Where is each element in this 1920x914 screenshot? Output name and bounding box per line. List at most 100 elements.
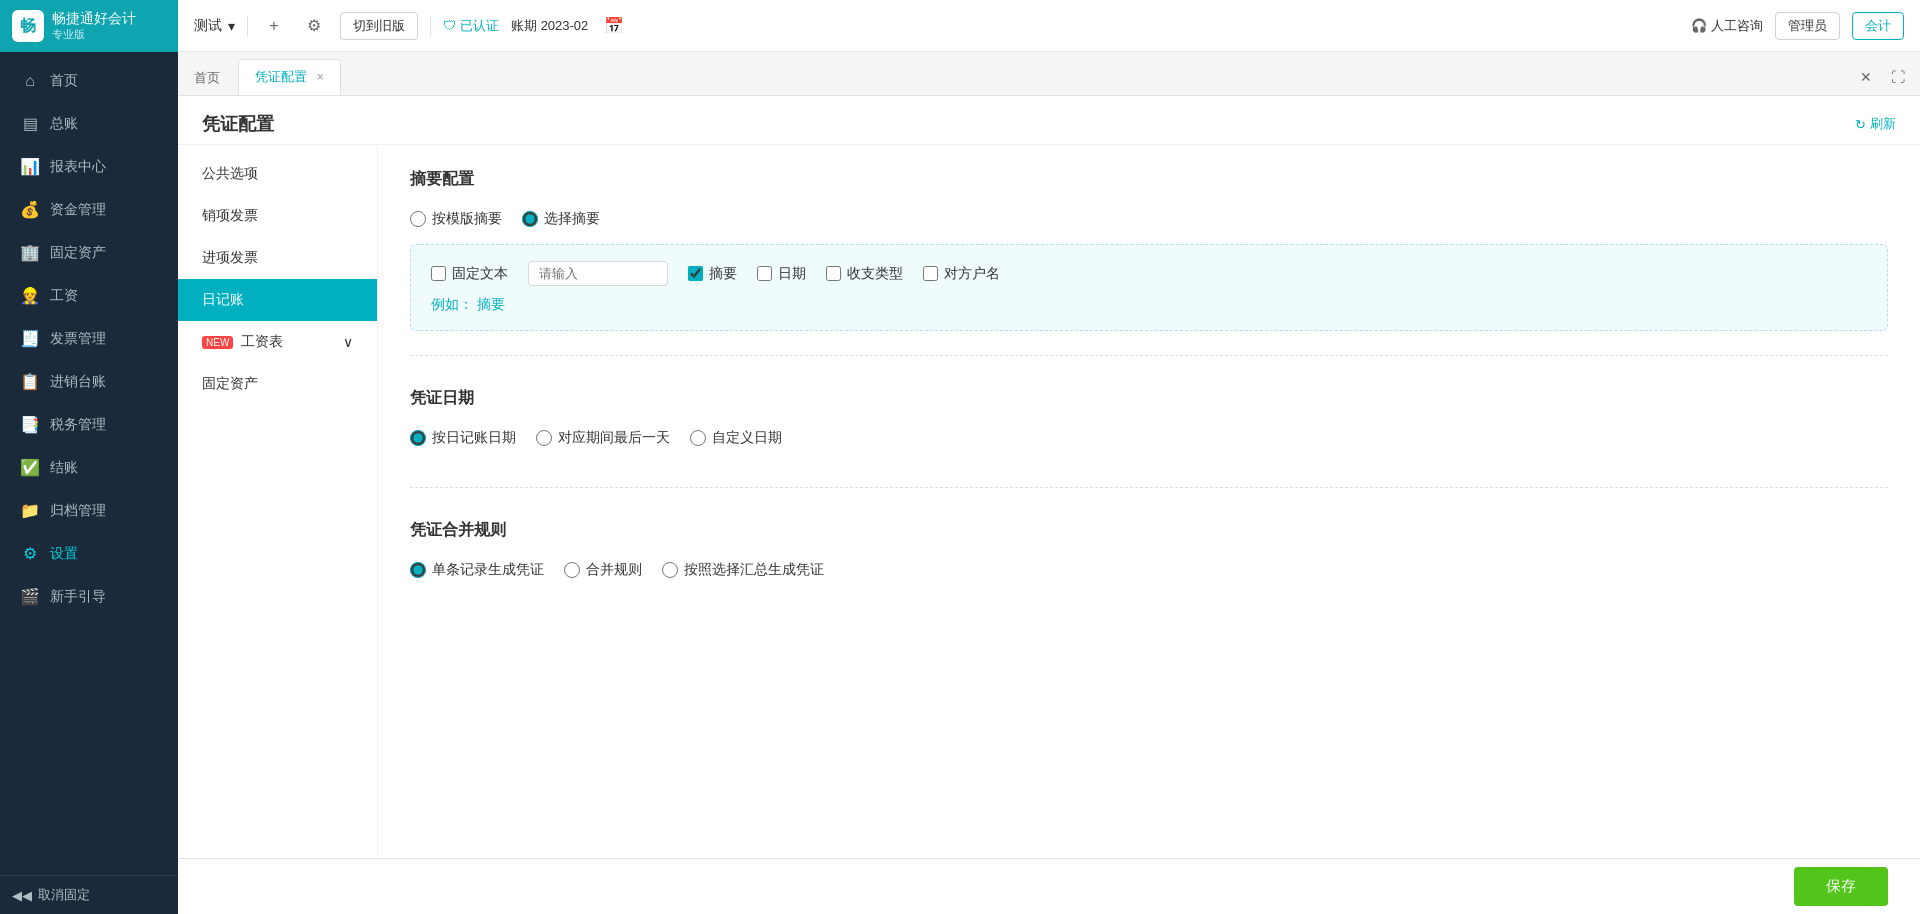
sidebar-item-invoice[interactable]: 🧾 发票管理 <box>0 317 178 360</box>
checkbox-counterparty[interactable] <box>923 266 938 281</box>
date-option-diary[interactable]: 按日记账日期 <box>410 429 516 447</box>
sidebar-item-archive[interactable]: 📁 归档管理 <box>0 489 178 532</box>
certified-badge: 🛡 已认证 <box>443 17 499 35</box>
pin-left-icon: ◀◀ <box>12 888 32 903</box>
sales-icon: 📋 <box>20 372 40 391</box>
bottom-bar: 保存 <box>178 858 1920 914</box>
checkbox-summary[interactable] <box>688 266 703 281</box>
option-fixed-text[interactable]: 固定文本 <box>431 265 508 283</box>
option-counterparty[interactable]: 对方户名 <box>923 265 1000 283</box>
add-button[interactable]: + <box>260 12 288 40</box>
date-section: 凭证日期 按日记账日期 对应期间最后一天 自定义日期 <box>410 388 1888 488</box>
merge-title: 凭证合并规则 <box>410 520 1888 541</box>
date-radio-group: 按日记账日期 对应期间最后一天 自定义日期 <box>410 429 1888 447</box>
sidebar-label-payroll: 工资 <box>50 287 78 305</box>
option-date[interactable]: 日期 <box>757 265 806 283</box>
fullscreen-icon[interactable]: ⛶ <box>1884 63 1912 91</box>
sidebar-label-assets: 固定资产 <box>50 244 106 262</box>
tab-home[interactable]: 首页 <box>178 61 236 95</box>
merge-radio-summary[interactable] <box>662 562 678 578</box>
left-nav-diary[interactable]: 日记账 <box>178 279 377 321</box>
merge-option-summary[interactable]: 按照选择汇总生成凭证 <box>662 561 824 579</box>
left-nav-purchase-label: 进项发票 <box>202 249 258 265</box>
left-nav-payroll[interactable]: NEW 工资表 ∨ <box>178 321 377 363</box>
logo-icon: 畅 <box>12 10 44 42</box>
sidebar-item-assets[interactable]: 🏢 固定资产 <box>0 231 178 274</box>
assets-icon: 🏢 <box>20 243 40 262</box>
tab-home-label: 首页 <box>194 70 220 85</box>
close-period-icon: ✅ <box>20 458 40 477</box>
old-version-button[interactable]: 切到旧版 <box>340 12 418 40</box>
checkbox-fixed-text[interactable] <box>431 266 446 281</box>
summary-option-template[interactable]: 按模版摘要 <box>410 210 502 228</box>
close-tab-icon[interactable]: ✕ <box>1852 63 1880 91</box>
option-summary[interactable]: 摘要 <box>688 265 737 283</box>
invoice-icon: 🧾 <box>20 329 40 348</box>
left-nav-public[interactable]: 公共选项 <box>178 153 377 195</box>
sidebar-item-guide[interactable]: 🎬 新手引导 <box>0 575 178 618</box>
sidebar-item-sales[interactable]: 📋 进销台账 <box>0 360 178 403</box>
left-nav-assets-label: 固定资产 <box>202 375 258 391</box>
sidebar-item-close[interactable]: ✅ 结账 <box>0 446 178 489</box>
merge-summary-label: 按照选择汇总生成凭证 <box>684 561 824 579</box>
certified-label: 已认证 <box>460 17 499 35</box>
fixed-text-input[interactable] <box>528 261 668 286</box>
shield-icon: 🛡 <box>443 18 456 33</box>
sidebar-bottom: ◀◀ 取消固定 <box>0 875 178 914</box>
date-option-custom[interactable]: 自定义日期 <box>690 429 782 447</box>
admin-button[interactable]: 管理员 <box>1775 12 1840 40</box>
calendar-icon[interactable]: 📅 <box>600 12 628 40</box>
refresh-button[interactable]: ↻ 刷新 <box>1855 115 1896 133</box>
merge-option-single[interactable]: 单条记录生成凭证 <box>410 561 544 579</box>
merge-option-rule[interactable]: 合并规则 <box>564 561 642 579</box>
refresh-label: 刷新 <box>1870 115 1896 133</box>
left-nav-sales-label: 销项发票 <box>202 207 258 223</box>
sidebar-label-settings: 设置 <box>50 545 78 563</box>
sidebar-item-ledger[interactable]: ▤ 总账 <box>0 102 178 145</box>
save-button[interactable]: 保存 <box>1794 867 1888 906</box>
topbar-right: 🎧 人工咨询 管理员 会计 <box>1691 12 1904 40</box>
topbar-settings-icon[interactable]: ⚙ <box>300 12 328 40</box>
date-option-last-day[interactable]: 对应期间最后一天 <box>536 429 670 447</box>
sidebar-item-home[interactable]: ⌂ 首页 <box>0 60 178 102</box>
date-radio-custom[interactable] <box>690 430 706 446</box>
date-radio-diary[interactable] <box>410 430 426 446</box>
merge-radio-single[interactable] <box>410 562 426 578</box>
option-income-type[interactable]: 收支类型 <box>826 265 903 283</box>
company-selector[interactable]: 测试 ▾ <box>194 17 235 35</box>
consulting-button[interactable]: 🎧 人工咨询 <box>1691 17 1763 35</box>
merge-radio-group: 单条记录生成凭证 合并规则 按照选择汇总生成凭证 <box>410 561 1888 579</box>
topbar: 测试 ▾ + ⚙ 切到旧版 🛡 已认证 账期 2023-02 📅 🎧 人工咨询 … <box>178 0 1920 52</box>
accountant-button[interactable]: 会计 <box>1852 12 1904 40</box>
sidebar-item-report[interactable]: 📊 报表中心 <box>0 145 178 188</box>
date-custom-label: 自定义日期 <box>712 429 782 447</box>
summary-radio-template[interactable] <box>410 211 426 227</box>
new-badge: NEW <box>202 336 233 349</box>
tab-close-icon[interactable]: × <box>317 70 324 84</box>
left-nav-purchase-invoice[interactable]: 进项发票 <box>178 237 377 279</box>
summary-radio-select[interactable] <box>522 211 538 227</box>
summary-config-box: 固定文本 摘要 日期 收支类型 <box>410 244 1888 331</box>
date-radio-last-day[interactable] <box>536 430 552 446</box>
ledger-icon: ▤ <box>20 114 40 133</box>
checkbox-date[interactable] <box>757 266 772 281</box>
sidebar-item-payroll[interactable]: 👷 工资 <box>0 274 178 317</box>
consulting-label: 人工咨询 <box>1711 17 1763 35</box>
left-nav-fixed-assets[interactable]: 固定资产 <box>178 363 377 405</box>
cancel-fixed-btn[interactable]: ◀◀ 取消固定 <box>12 886 166 904</box>
finance-icon: 💰 <box>20 200 40 219</box>
summary-select-label: 选择摘要 <box>544 210 600 228</box>
sidebar-item-settings[interactable]: ⚙ 设置 <box>0 532 178 575</box>
checkbox-income-type[interactable] <box>826 266 841 281</box>
home-icon: ⌂ <box>20 72 40 90</box>
tab-voucher-config[interactable]: 凭证配置 × <box>238 59 341 95</box>
company-name: 测试 <box>194 17 222 35</box>
sidebar-item-tax[interactable]: 📑 税务管理 <box>0 403 178 446</box>
sidebar: 畅 畅捷通好会计 专业版 ⌂ 首页 ▤ 总账 📊 报表中心 💰 资金管理 🏢 固… <box>0 0 178 914</box>
sidebar-item-finance[interactable]: 💰 资金管理 <box>0 188 178 231</box>
summary-option-select[interactable]: 选择摘要 <box>522 210 600 228</box>
summary-options: 固定文本 摘要 日期 收支类型 <box>431 261 1867 286</box>
merge-radio-rule[interactable] <box>564 562 580 578</box>
left-nav-sales-invoice[interactable]: 销项发票 <box>178 195 377 237</box>
payroll-icon: 👷 <box>20 286 40 305</box>
